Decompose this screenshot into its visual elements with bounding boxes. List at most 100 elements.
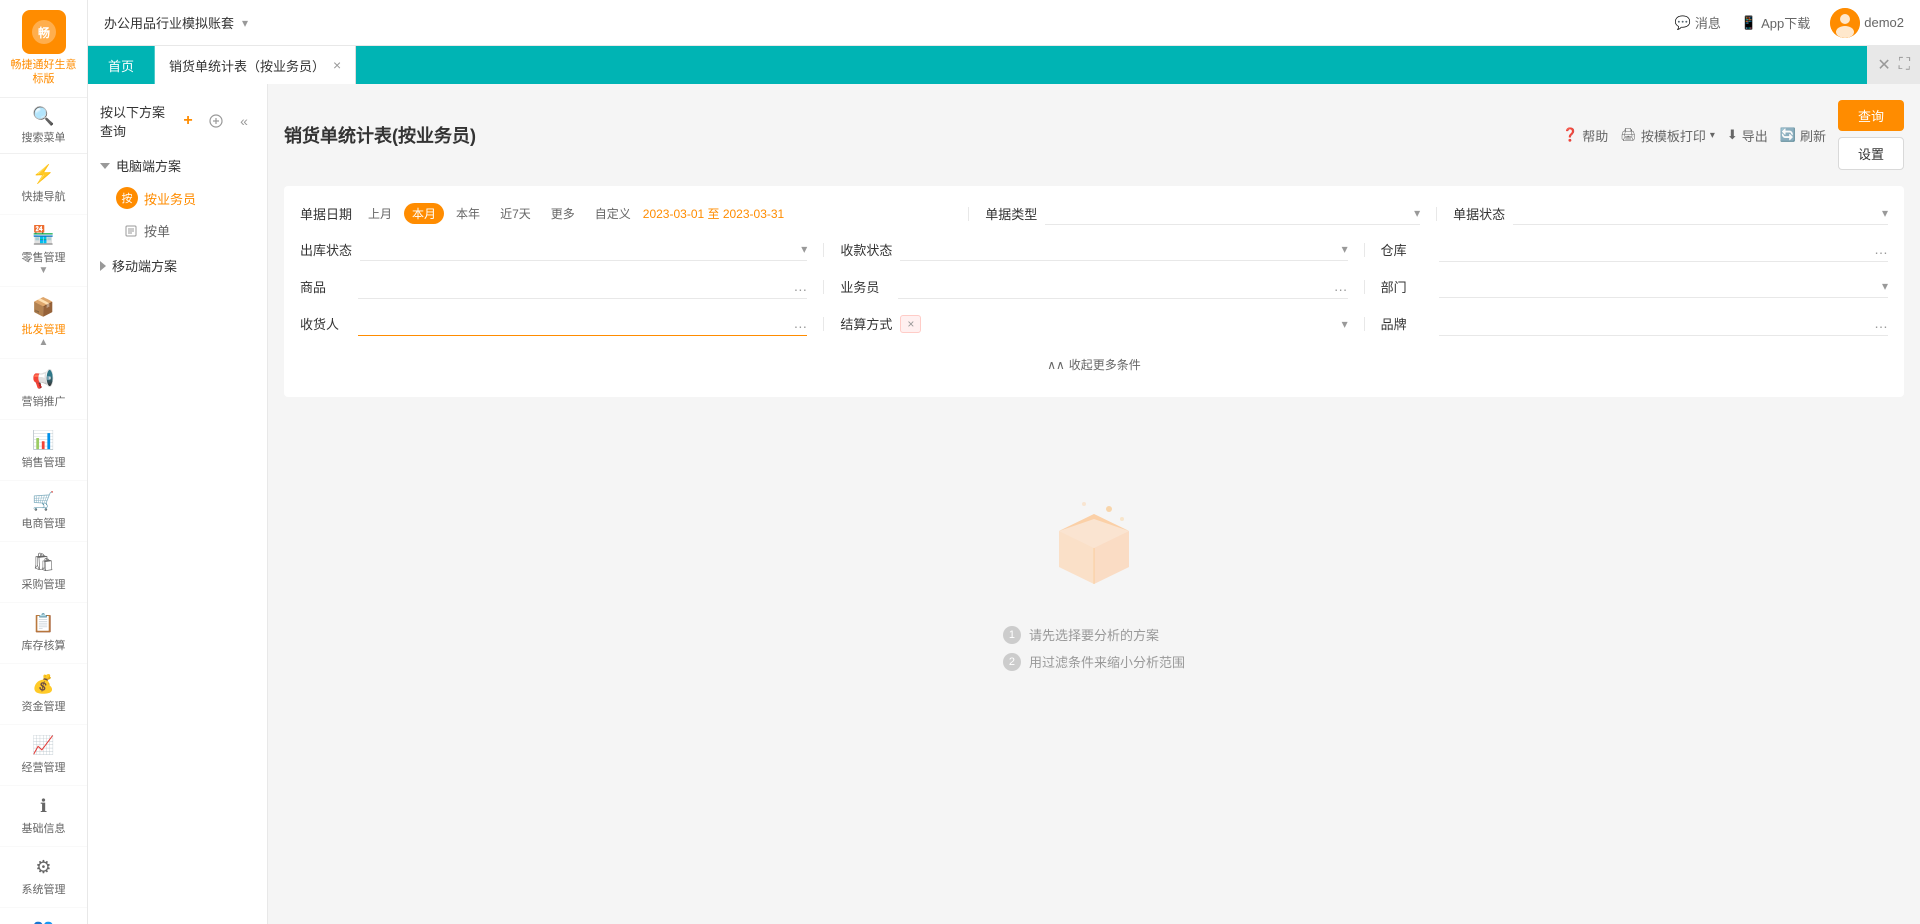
sidebar-item-basic-info[interactable]: ℹ 基础信息: [0, 786, 87, 847]
username-label: demo2: [1864, 15, 1904, 30]
system-icon: ⚙: [35, 857, 51, 878]
print-btn[interactable]: 🖨 按模板打印 ▾: [1620, 126, 1715, 145]
main-area: 办公用品行业模拟账套 ▾ 💬 消息 📱 App下载 de: [88, 0, 1920, 924]
operations-icon: 📈: [32, 735, 54, 756]
warehouse-input[interactable]: …: [1439, 237, 1888, 262]
consignee-input[interactable]: …: [358, 311, 807, 336]
docstatus-select[interactable]: ▾: [1513, 202, 1888, 225]
system-label: 系统管理: [22, 881, 66, 897]
empty-tip-2: 2 用过滤条件来缩小分析范围: [1003, 652, 1185, 671]
search-menu[interactable]: 🔍 搜索菜单: [0, 98, 87, 154]
more-btn[interactable]: 更多: [543, 203, 583, 224]
payment-tag-close[interactable]: ×: [907, 317, 914, 331]
sales-icon: 📊: [32, 430, 54, 451]
salesman-input[interactable]: …: [898, 274, 1347, 299]
warehouse-dots[interactable]: …: [1874, 241, 1888, 257]
user-menu[interactable]: demo2: [1830, 8, 1904, 38]
filter-row-2: 出库状态 ▾ 收款状态 ▾: [300, 237, 1888, 262]
consignee-label: 收货人: [300, 314, 350, 333]
tab-home[interactable]: 首页: [88, 46, 155, 84]
sidebar-item-operations[interactable]: 📈 经营管理: [0, 725, 87, 786]
empty-icon: [1034, 489, 1154, 609]
sidebar-item-wholesale[interactable]: 📦 批发管理 ▲: [0, 287, 87, 359]
settings-btn[interactable]: 设置: [1838, 137, 1904, 170]
sidebar-item-finance[interactable]: 💰 资金管理: [0, 664, 87, 725]
last-month-btn[interactable]: 上月: [360, 203, 400, 224]
section-expand-icon: [100, 163, 110, 169]
page-title: 销货单统计表(按业务员): [284, 122, 476, 148]
sidebar-item-system[interactable]: ⚙ 系统管理: [0, 847, 87, 908]
date-area: 上月 本月 本年 近7天 更多 自定义 2023-03-01 至 2023-03…: [360, 203, 952, 224]
sidebar-item-marketing[interactable]: 📢 营销推广: [0, 359, 87, 420]
edit-scheme-btn[interactable]: [205, 110, 227, 132]
export-btn[interactable]: ⬇ 导出: [1727, 126, 1768, 145]
help-icon: ❓: [1562, 127, 1578, 143]
this-month-btn[interactable]: 本月: [404, 203, 444, 224]
doctype-label: 单据类型: [985, 204, 1037, 223]
query-btn[interactable]: 查询: [1838, 100, 1904, 131]
print-dropdown-icon: ▾: [1710, 130, 1715, 141]
this-year-btn[interactable]: 本年: [448, 203, 488, 224]
print-icon: 🖨: [1620, 127, 1637, 143]
refresh-btn[interactable]: 🔄 刷新: [1780, 126, 1826, 145]
maximize-window-btn[interactable]: ⛶: [1899, 56, 1910, 74]
collectstatus-select[interactable]: ▾: [900, 238, 1347, 261]
doctype-select[interactable]: ▾: [1045, 202, 1420, 225]
add-scheme-btn[interactable]: +: [177, 110, 199, 132]
by-order-label: 按单: [144, 221, 170, 240]
desktop-section-header[interactable]: 电脑端方案: [88, 150, 267, 181]
filter-payment-item: 结算方式 × ▾: [840, 314, 1347, 333]
custom-btn[interactable]: 自定义: [587, 203, 639, 224]
app-logo: 畅 畅捷通好生意标版: [0, 0, 87, 98]
outstatus-select[interactable]: ▾: [360, 238, 807, 261]
sidebar-item-retail[interactable]: 🏪 零售管理 ▼: [0, 215, 87, 287]
filter-area: 单据日期 上月 本月 本年 近7天 更多 自定义 2023-03-01 至 20…: [284, 186, 1904, 397]
7days-btn[interactable]: 近7天: [492, 203, 539, 224]
wholesale-icon: 📦: [32, 297, 54, 318]
app-download-label: App下载: [1761, 13, 1810, 32]
collapse-panel-btn[interactable]: «: [233, 110, 255, 132]
collapse-icon: ∧∧: [1047, 358, 1065, 372]
refresh-icon: 🔄: [1780, 127, 1796, 143]
app-download-action[interactable]: 📱 App下载: [1741, 13, 1810, 32]
ecommerce-label: 电商管理: [22, 515, 66, 531]
dept-arrow: ▾: [1882, 279, 1888, 293]
outstatus-arrow: ▾: [801, 242, 807, 256]
collapse-btn[interactable]: ∧∧ 收起更多条件: [1039, 348, 1149, 381]
brand-input[interactable]: …: [1439, 311, 1888, 336]
message-action[interactable]: 💬 消息: [1675, 13, 1721, 32]
export-label: 导出: [1742, 126, 1768, 145]
goods-input[interactable]: …: [358, 274, 807, 299]
message-icon: 💬: [1675, 15, 1691, 31]
mobile-section-header[interactable]: 移动端方案: [88, 250, 267, 281]
help-btn[interactable]: ❓ 帮助: [1562, 126, 1608, 145]
tab-active[interactable]: 销货单统计表（按业务员） ×: [155, 46, 356, 84]
brand-dots[interactable]: …: [1874, 315, 1888, 331]
sidebar-item-quick-nav[interactable]: ⚡ 快捷导航: [0, 154, 87, 215]
sidebar-item-enterprise[interactable]: 👥 企业协同: [0, 908, 87, 924]
sidebar-item-ecommerce[interactable]: 🛒 电商管理: [0, 481, 87, 542]
workspace-dropdown-icon[interactable]: ▾: [242, 16, 248, 30]
salesman-dots[interactable]: …: [1334, 278, 1348, 294]
goods-dots[interactable]: …: [793, 278, 807, 294]
tab-close-btn[interactable]: ×: [333, 57, 341, 73]
sidebar-item-purchase[interactable]: 🛍 采购管理: [0, 542, 87, 603]
action-buttons: 查询 设置: [1838, 100, 1904, 170]
empty-state: 1 请先选择要分析的方案 2 用过滤条件来缩小分析范围: [284, 409, 1904, 751]
panel-item-by-salesman[interactable]: 按 按业务员: [88, 181, 267, 215]
outstatus-label: 出库状态: [300, 240, 352, 259]
operations-label: 经营管理: [22, 759, 66, 775]
consignee-dots[interactable]: …: [793, 315, 807, 331]
wholesale-label: 批发管理: [22, 321, 66, 337]
tab-bar-container: 首页 销货单统计表（按业务员） × ✕ ⛶: [88, 46, 1920, 84]
filter-collectstatus-item: 收款状态 ▾: [840, 238, 1347, 261]
sidebar-item-inventory[interactable]: 📋 库存核算: [0, 603, 87, 664]
close-window-btn[interactable]: ✕: [1877, 55, 1890, 75]
collapse-row: ∧∧ 收起更多条件: [300, 348, 1888, 381]
empty-tip-1: 1 请先选择要分析的方案: [1003, 625, 1185, 644]
sidebar-item-sales[interactable]: 📊 销售管理: [0, 420, 87, 481]
date-label: 单据日期: [300, 204, 352, 223]
panel-sub-item-by-order[interactable]: 按单: [88, 215, 267, 246]
dept-select[interactable]: ▾: [1439, 275, 1888, 298]
tab-spacer: [356, 46, 1867, 84]
